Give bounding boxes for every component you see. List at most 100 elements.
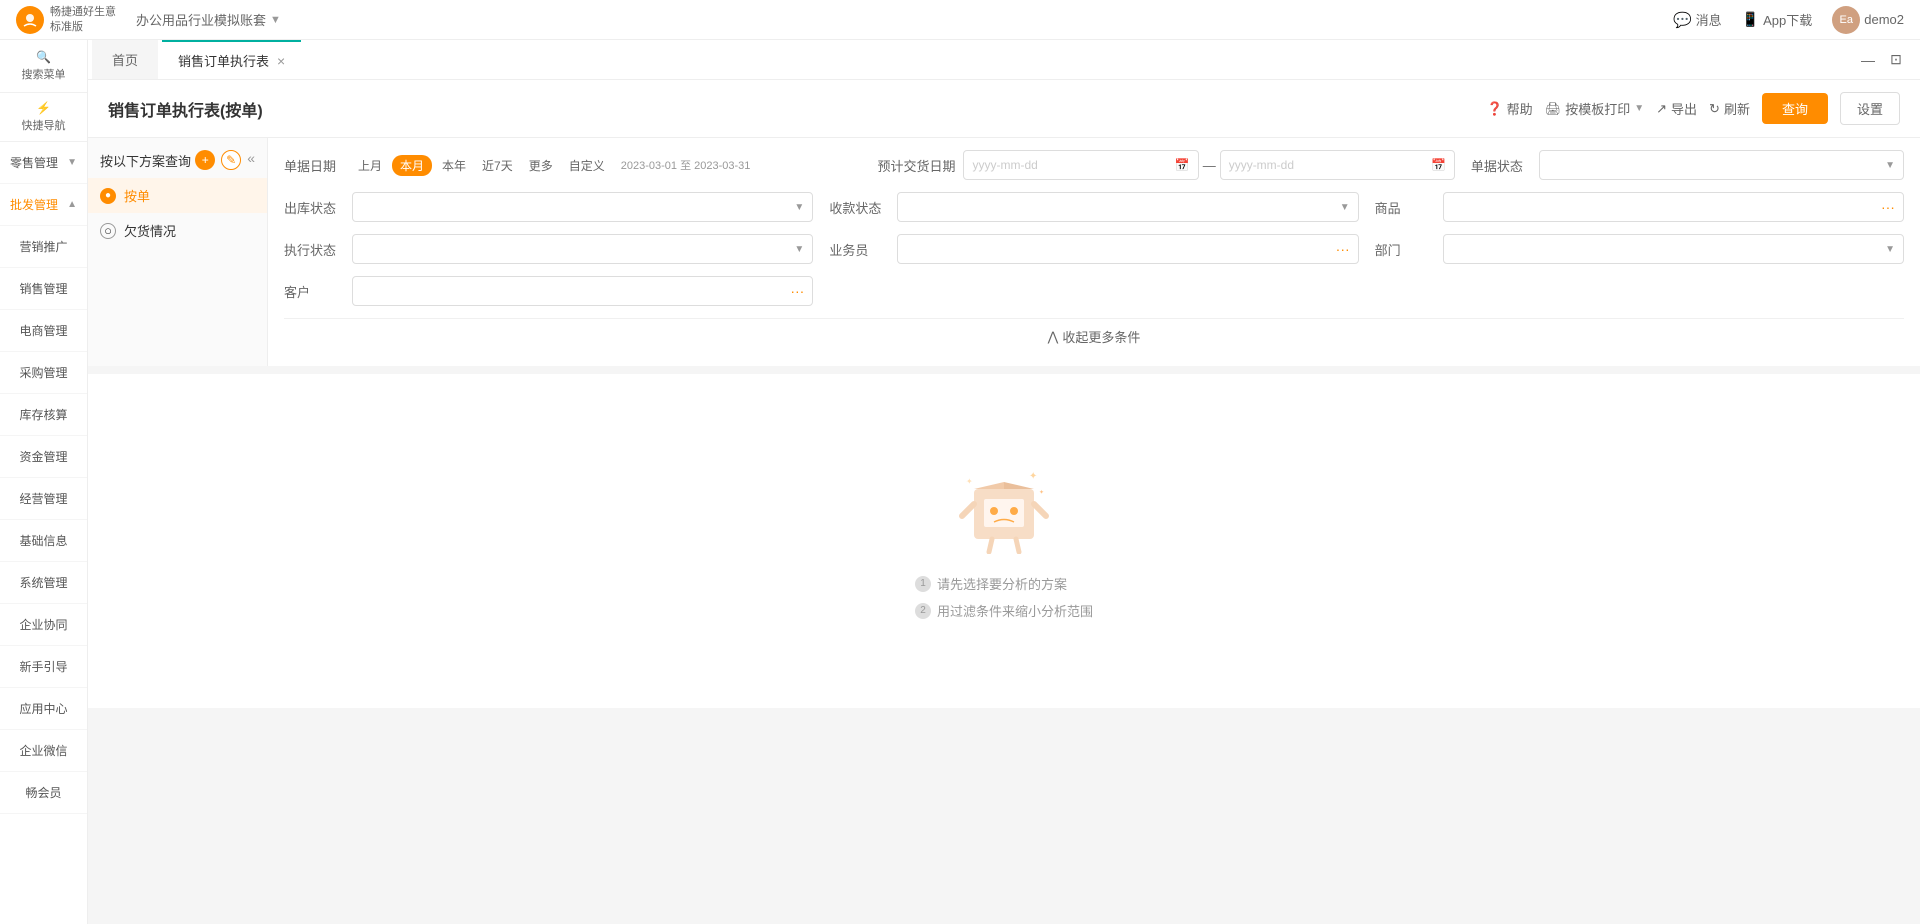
scheme-item-order[interactable]: ● 按单	[88, 178, 267, 213]
query-button[interactable]: 查询	[1762, 93, 1828, 124]
sidebar-search[interactable]: 🔍 搜索菜单	[0, 40, 87, 93]
date-this-month-btn[interactable]: 本月	[392, 155, 432, 176]
print-btn[interactable]: 🖨 按模板打印 ▼	[1545, 99, 1644, 118]
top-bar: 畅捷通好生意 标准版 办公用品行业模拟账套 ▼ 💬 消息 📱 App下载 Ea …	[0, 0, 1920, 40]
message-btn[interactable]: 💬 消息	[1673, 10, 1722, 29]
app-title: 办公用品行业模拟账套 ▼	[136, 10, 281, 29]
sidebar-item-retail[interactable]: 零售管理 ▼	[0, 142, 87, 184]
filter-row-2: 出库状态 ▼ 收款状态 ▼	[284, 192, 1904, 222]
date-custom-btn[interactable]: 自定义	[563, 155, 611, 176]
doc-status-select[interactable]: ▼	[1539, 150, 1904, 180]
sidebar: 🔍 搜索菜单 ⚡ 快捷导航 零售管理 ▼ 批发管理 ▲ 营销推广 销售管理 电商…	[0, 40, 88, 924]
page-header: 销售订单执行表(按单) ❓ 帮助 🖨 按模板打印 ▼ ↗ 导出	[88, 80, 1920, 138]
exec-status-label: 执行状态	[284, 240, 344, 259]
scheme-item-shortage[interactable]: ○ 欠货情况	[88, 213, 267, 248]
quick-nav-icon: ⚡	[36, 101, 51, 115]
department-select[interactable]: ▼	[1443, 234, 1904, 264]
edit-scheme-btn[interactable]: ✎	[221, 150, 241, 170]
collapse-sidebar-btn[interactable]: «	[247, 150, 255, 170]
sidebar-item-guide[interactable]: 新手引导	[0, 646, 87, 688]
filter-field-date: 单据日期 上月 本月 本年 近7天 更多 自定义 20	[284, 155, 861, 176]
settings-button[interactable]: 设置	[1840, 92, 1900, 125]
salesman-label: 业务员	[829, 240, 889, 259]
tip-item-2: 2 用过滤条件来缩小分析范围	[915, 601, 1093, 620]
content-area: 首页 销售订单执行表 × — ⊡ 销售订单执行表(按单) ❓ 帮助	[88, 40, 1920, 924]
calendar-end-icon: 📅	[1431, 158, 1446, 172]
date-range-separator: —	[1203, 158, 1216, 173]
sidebar-item-cooperation[interactable]: 企业协同	[0, 604, 87, 646]
collapse-filters-btn[interactable]: ⋀ 收起更多条件	[284, 318, 1904, 354]
tab-bar: 首页 销售订单执行表 × — ⊡	[88, 40, 1920, 80]
page-content: 销售订单执行表(按单) ❓ 帮助 🖨 按模板打印 ▼ ↗ 导出	[88, 80, 1920, 924]
refresh-btn[interactable]: ↻ 刷新	[1709, 99, 1750, 118]
sidebar-item-wechat[interactable]: 企业微信	[0, 730, 87, 772]
date-quick-selector: 上月 本月 本年 近7天 更多 自定义	[352, 155, 611, 176]
chevron-down-icon-3: ▼	[1340, 202, 1350, 213]
exec-status-select[interactable]: ▼	[352, 234, 813, 264]
out-status-select[interactable]: ▼	[352, 192, 813, 222]
logo-area: 畅捷通好生意 标准版	[16, 5, 116, 34]
filter-area: 按以下方案查询 + ✎ « ● 按单 ○ 欠货情况	[88, 138, 1920, 366]
chevron-down-icon-4: ▼	[794, 244, 804, 255]
tab-minimize-btn[interactable]: —	[1856, 48, 1880, 72]
app-download-btn[interactable]: 📱 App下载	[1742, 10, 1813, 29]
sidebar-item-wholesale[interactable]: 批发管理 ▲	[0, 184, 87, 226]
sidebar-item-inventory[interactable]: 库存核算	[0, 394, 87, 436]
sidebar-item-marketing[interactable]: 营销推广	[0, 226, 87, 268]
date-last-month-btn[interactable]: 上月	[352, 155, 388, 176]
expected-date-end[interactable]: yyyy-mm-dd 📅	[1220, 150, 1455, 180]
goods-select[interactable]: ···	[1443, 192, 1904, 222]
expected-date-start[interactable]: yyyy-mm-dd 📅	[963, 150, 1198, 180]
filter-sidebar-header: 按以下方案查询 + ✎ «	[88, 150, 267, 178]
date-7days-btn[interactable]: 近7天	[476, 155, 519, 176]
chevron-down-icon-2: ▼	[794, 202, 804, 213]
page-title: 销售订单执行表(按单)	[108, 97, 263, 121]
export-icon: ↗	[1656, 101, 1667, 117]
svg-text:✦: ✦	[1039, 489, 1044, 496]
salesman-select[interactable]: ···	[897, 234, 1358, 264]
doc-status-label: 单据状态	[1471, 156, 1531, 175]
sidebar-quick-nav[interactable]: ⚡ 快捷导航	[0, 93, 87, 142]
chevron-icon: ▼	[67, 157, 77, 168]
sidebar-item-basic[interactable]: 基础信息	[0, 520, 87, 562]
sidebar-item-ecommerce[interactable]: 电商管理	[0, 310, 87, 352]
customer-select[interactable]: ···	[352, 276, 813, 306]
customer-label: 客户	[284, 282, 344, 301]
sidebar-item-purchase[interactable]: 采购管理	[0, 352, 87, 394]
export-btn[interactable]: ↗ 导出	[1656, 99, 1697, 118]
tab-home[interactable]: 首页	[92, 40, 158, 79]
goods-label: 商品	[1375, 198, 1435, 217]
filter-field-goods: 商品 ···	[1375, 192, 1904, 222]
tab-active[interactable]: 销售订单执行表 ×	[162, 40, 301, 79]
tab-maximize-btn[interactable]: ⊡	[1884, 48, 1908, 72]
sidebar-item-finance[interactable]: 资金管理	[0, 436, 87, 478]
add-scheme-btn[interactable]: +	[195, 150, 215, 170]
sidebar-item-system[interactable]: 系统管理	[0, 562, 87, 604]
download-icon: 📱	[1742, 11, 1759, 28]
tip-num-1: 1	[915, 576, 931, 592]
filter-sidebar: 按以下方案查询 + ✎ « ● 按单 ○ 欠货情况	[88, 138, 268, 366]
expected-date-range: yyyy-mm-dd 📅 — yyyy-mm-dd 📅	[963, 150, 1454, 180]
svg-text:✦: ✦	[1029, 471, 1037, 482]
chevron-down-icon-5: ▼	[1885, 244, 1895, 255]
sidebar-item-member[interactable]: 畅会员	[0, 772, 87, 814]
date-more-btn[interactable]: 更多	[523, 155, 559, 176]
sidebar-item-sales[interactable]: 销售管理	[0, 268, 87, 310]
sidebar-item-appcenter[interactable]: 应用中心	[0, 688, 87, 730]
receive-status-select[interactable]: ▼	[897, 192, 1358, 222]
refresh-icon: ↻	[1709, 101, 1720, 117]
salesman-more-icon: ···	[1336, 241, 1350, 257]
tab-close-btn[interactable]: ×	[277, 53, 285, 69]
date-range-display: 2023-03-01 至 2023-03-31	[621, 157, 751, 173]
user-area[interactable]: Ea demo2	[1832, 6, 1904, 34]
message-icon: 💬	[1673, 11, 1692, 29]
goods-more-icon: ···	[1881, 199, 1895, 215]
date-label: 单据日期	[284, 156, 344, 175]
filter-row-1: 单据日期 上月 本月 本年 近7天 更多 自定义 20	[284, 150, 1904, 180]
sidebar-item-operation[interactable]: 经营管理	[0, 478, 87, 520]
logo-icon	[16, 6, 44, 34]
help-btn[interactable]: ❓ 帮助	[1486, 99, 1532, 118]
date-this-year-btn[interactable]: 本年	[436, 155, 472, 176]
filter-sidebar-icons: + ✎ «	[195, 150, 255, 170]
out-status-label: 出库状态	[284, 198, 344, 217]
